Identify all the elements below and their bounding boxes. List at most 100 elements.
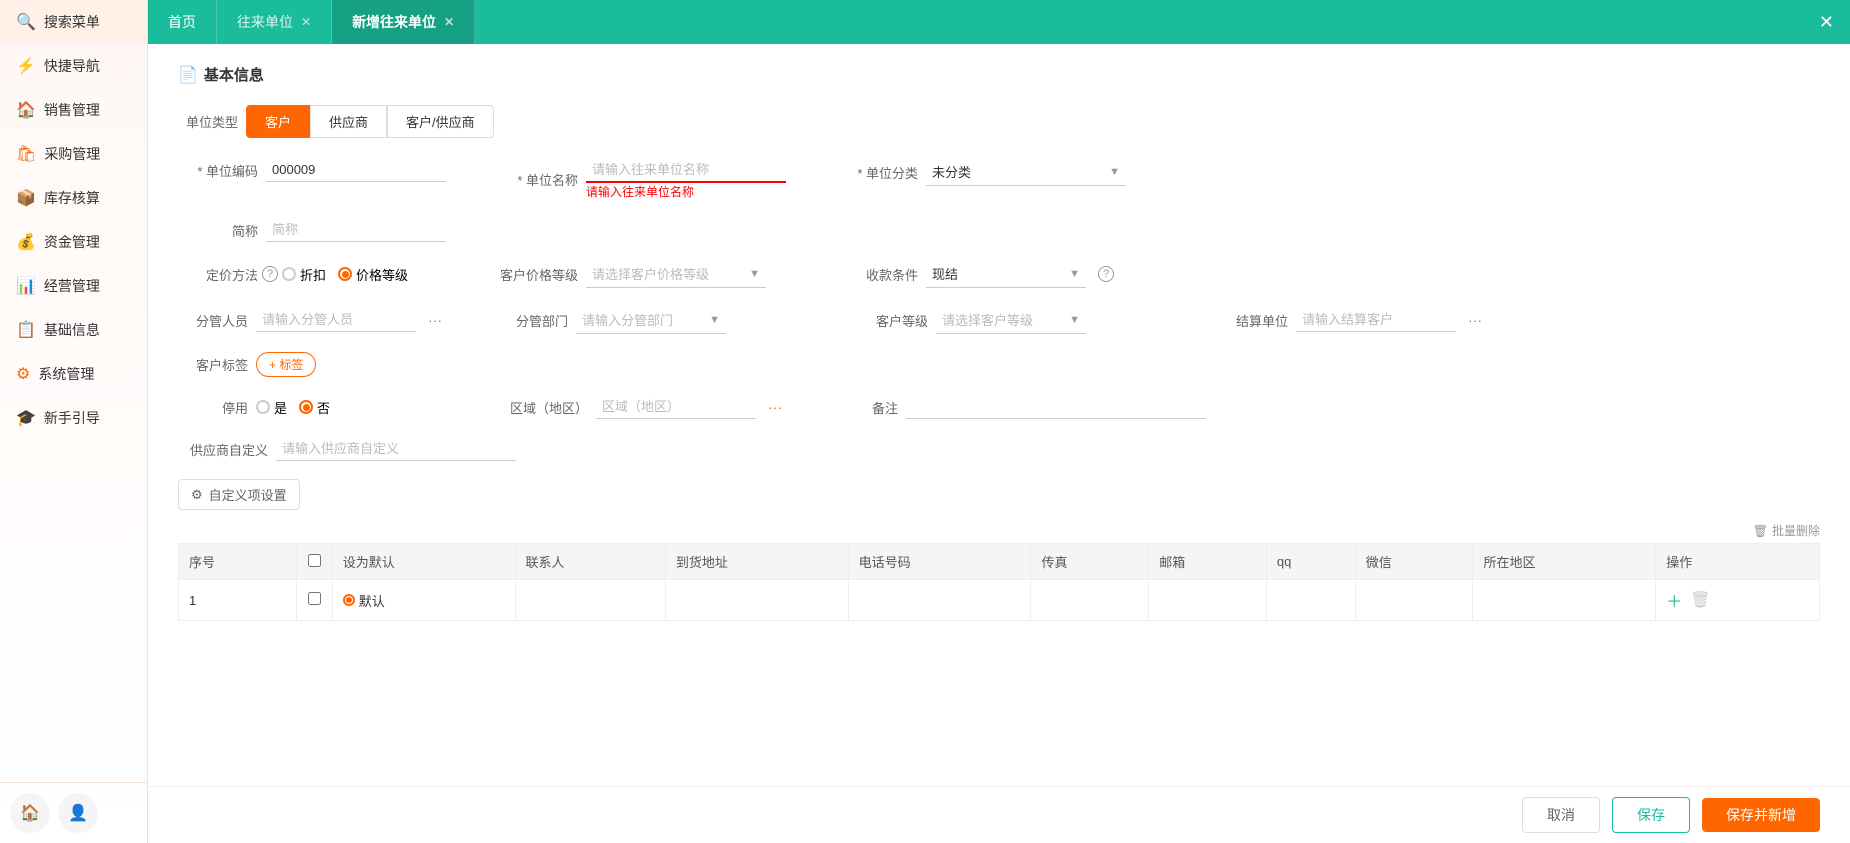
inventory-icon: 📦	[16, 188, 36, 208]
basic-icon: 📋	[16, 320, 36, 340]
row-actions: ＋ 🗑	[1656, 580, 1820, 621]
payment-arrow: ▼	[1069, 268, 1080, 280]
select-all-checkbox[interactable]	[308, 554, 321, 567]
region-more[interactable]: ···	[768, 399, 782, 415]
batch-delete-area: 🗑 批量删除	[178, 522, 1820, 539]
sidebar-item-inventory[interactable]: 📦 库存核算	[0, 176, 147, 220]
code-input[interactable]	[266, 158, 446, 182]
sidebar-home-btn[interactable]: 🏠	[10, 793, 50, 833]
payment-value: 现结	[932, 264, 958, 283]
tabbar: 首页 往来单位 ✕ 新增往来单位 ✕ ✕	[148, 0, 1850, 44]
sidebar-item-operations[interactable]: 📊 经营管理	[0, 264, 147, 308]
supplier-custom-label: 供应商自定义	[178, 440, 268, 459]
remark-label: 备注	[858, 398, 898, 417]
col-address: 到货地址	[665, 544, 848, 580]
customer-level-select[interactable]: 请选择客户等级 ▼	[936, 306, 1086, 334]
custom-settings-button[interactable]: ⚙ 自定义项设置	[178, 479, 300, 510]
pricing-price-level-radio[interactable]	[338, 267, 352, 281]
sales-icon: 🏠	[16, 100, 36, 120]
sidebar-item-purchase[interactable]: 🛍 采购管理	[0, 132, 147, 176]
dept-arrow: ▼	[709, 314, 720, 326]
remark-input[interactable]	[906, 395, 1206, 419]
settlement-label: 结算单位	[1218, 311, 1288, 330]
payment-select[interactable]: 现结 ▼	[926, 260, 1086, 288]
pricing-row: 定价方法 ? 折扣 价格等级 客户价格等级	[178, 260, 1820, 288]
region-input[interactable]	[596, 395, 756, 419]
settlement-input[interactable]	[1296, 308, 1456, 332]
batch-delete-icon: 🗑	[1753, 524, 1768, 538]
code-name-cat-row: * 单位编码 * 单位名称 请输入往来单位名称 * 单位分类 未分类 ▼	[178, 158, 1820, 200]
row-checkbox[interactable]	[308, 592, 321, 605]
pricing-field: 定价方法 ? 折扣 价格等级	[178, 265, 498, 284]
supplier-custom-field: 供应商自定义	[178, 437, 558, 461]
pricing-discount-radio[interactable]	[282, 267, 296, 281]
disabled-yes-radio[interactable]	[256, 400, 270, 414]
disabled-no-radio[interactable]	[299, 400, 313, 414]
row-delete-icon[interactable]: 🗑	[1690, 590, 1710, 610]
pricing-price-level-dot	[342, 271, 349, 278]
sidebar-item-quicknav[interactable]: ⚡ 快捷导航	[0, 44, 147, 88]
sidebar-item-system[interactable]: ⚙ 系统管理	[0, 352, 147, 396]
tab-partner-list-close[interactable]: ✕	[301, 15, 311, 29]
pricing-price-level[interactable]: 价格等级	[338, 265, 408, 284]
category-select[interactable]: 未分类 ▼	[926, 158, 1126, 186]
col-region: 所在地区	[1473, 544, 1656, 580]
tag-add-button[interactable]: + 标签	[256, 352, 316, 377]
disabled-yes[interactable]: 是	[256, 398, 287, 417]
tab-new-partner-close[interactable]: ✕	[444, 15, 454, 29]
row-email	[1149, 580, 1267, 621]
dept-placeholder: 请输入分管部门	[582, 310, 673, 329]
operations-icon: 📊	[16, 276, 36, 296]
unit-type-customer[interactable]: 客户	[246, 105, 310, 138]
col-qq: qq	[1266, 544, 1355, 580]
sidebar-item-newbie[interactable]: 🎓 新手引导	[0, 396, 147, 440]
payment-help-icon[interactable]: ?	[1098, 266, 1114, 282]
sidebar-item-sales[interactable]: 🏠 销售管理	[0, 88, 147, 132]
tab-partner-list[interactable]: 往来单位 ✕	[217, 0, 332, 44]
table-header-row: 序号 设为默认 联系人 到货地址 电话号码 传真 邮箱 qq 微信 所在地区 操…	[179, 544, 1820, 580]
batch-delete-button[interactable]: 🗑 批量删除	[1753, 522, 1820, 539]
sidebar-item-basic[interactable]: 📋 基础信息	[0, 308, 147, 352]
tabbar-close-all[interactable]: ✕	[1819, 0, 1850, 44]
manager-input[interactable]	[256, 308, 416, 332]
disabled-label: 停用	[178, 398, 248, 417]
name-input[interactable]	[586, 158, 786, 183]
save-new-button[interactable]: 保存并新增	[1702, 798, 1820, 832]
cancel-button[interactable]: 取消	[1522, 797, 1600, 833]
manager-more[interactable]: ···	[428, 312, 442, 328]
search-icon: 🔍	[16, 12, 36, 32]
sidebar-item-search[interactable]: 🔍 搜索菜单	[0, 0, 147, 44]
content-area: 📄 基本信息 单位类型 客户 供应商 客户/供应商 * 单位编码 *	[148, 44, 1850, 786]
customer-level-placeholder: 请选择客户等级	[942, 310, 1033, 329]
tab-home[interactable]: 首页	[148, 0, 217, 44]
dept-select[interactable]: 请输入分管部门 ▼	[576, 306, 726, 334]
unit-type-both[interactable]: 客户/供应商	[387, 105, 494, 138]
sidebar-item-finance[interactable]: 💰 资金管理	[0, 220, 147, 264]
system-icon: ⚙	[16, 364, 30, 384]
unit-type-supplier[interactable]: 供应商	[310, 105, 387, 138]
customer-price-select[interactable]: 请选择客户价格等级 ▼	[586, 260, 766, 288]
bottom-bar: 取消 保存 保存并新增	[148, 786, 1850, 843]
abbr-input[interactable]	[266, 218, 446, 242]
sidebar-user-btn[interactable]: 👤	[58, 793, 98, 833]
pricing-help-icon[interactable]: ?	[262, 266, 278, 282]
save-button[interactable]: 保存	[1612, 797, 1690, 833]
row-default: 默认	[332, 580, 515, 621]
tag-row: 客户标签 + 标签	[178, 352, 1820, 377]
settlement-more[interactable]: ···	[1468, 312, 1482, 328]
pricing-discount[interactable]: 折扣	[282, 265, 326, 284]
disabled-no[interactable]: 否	[299, 398, 330, 417]
unit-type-row: 单位类型 客户 供应商 客户/供应商	[178, 105, 1820, 138]
row-default-radio[interactable]	[343, 594, 355, 606]
pricing-radio-group: 折扣 价格等级	[282, 265, 408, 284]
quicknav-icon: ⚡	[16, 56, 36, 76]
tab-new-partner[interactable]: 新增往来单位 ✕	[332, 0, 475, 44]
row-contact	[515, 580, 665, 621]
unit-type-label: 单位类型	[178, 112, 238, 131]
col-contact: 联系人	[515, 544, 665, 580]
sidebar-bottom: 🏠 👤	[0, 782, 147, 843]
category-field: * 单位分类 未分类 ▼	[838, 158, 1178, 186]
customer-level-arrow: ▼	[1069, 314, 1080, 326]
supplier-custom-input[interactable]	[276, 437, 516, 461]
row-add-icon[interactable]: ＋	[1666, 588, 1682, 612]
